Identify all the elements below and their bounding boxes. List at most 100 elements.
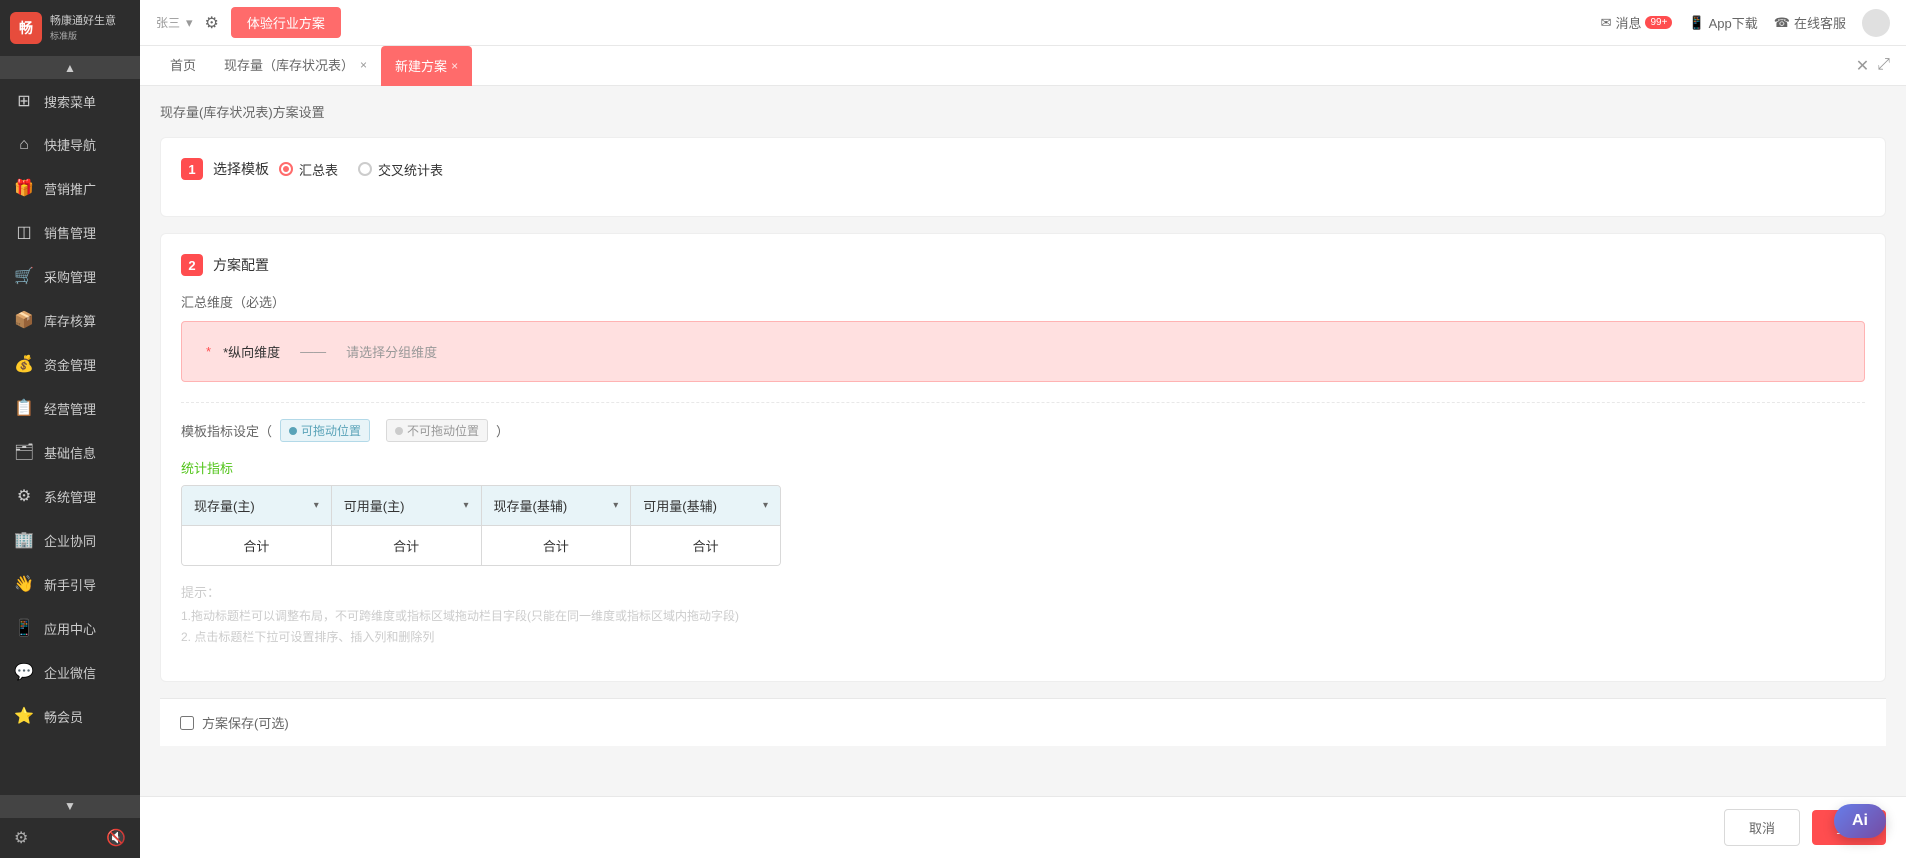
sidebar-scroll-down[interactable]: ▼: [0, 795, 140, 817]
sidebar-logo-title: 畅康通好生意: [50, 14, 116, 29]
step1-card: 1 选择模板 汇总表 交叉统计表: [160, 137, 1886, 217]
tab-inventory-close[interactable]: ×: [360, 58, 367, 72]
stats-section: 统计指标 现存量(主) ▾ 可用量(主) ▾ 现存量(基辅): [181, 458, 1865, 566]
col-3-chevron[interactable]: ▾: [763, 500, 768, 511]
blue-dot: [289, 427, 297, 435]
sales-icon: ◫: [14, 222, 34, 242]
inventory-label: 库存核算: [44, 311, 96, 330]
step2-header: 2 方案配置: [181, 254, 1865, 276]
tab-home[interactable]: 首页: [156, 46, 210, 86]
ai-label: Ai: [1852, 812, 1868, 830]
sidebar-logo: 畅 畅康通好生意 标准版: [0, 0, 140, 57]
online-service-item[interactable]: ☎ 在线客服: [1774, 13, 1846, 32]
step1-header: 1 选择模板 汇总表 交叉统计表: [181, 158, 1865, 180]
stats-cell-0-0: 合计: [182, 525, 332, 565]
wechat-label: 企业微信: [44, 663, 96, 682]
stats-col-3[interactable]: 可用量(基辅) ▾: [631, 486, 780, 525]
stats-col-0-label: 现存量(主): [194, 496, 255, 515]
enterprise-label: 企业协同: [44, 531, 96, 550]
sidebar-item-marketing[interactable]: 🎁 营销推广: [0, 166, 140, 210]
sidebar-item-search-menu[interactable]: ⊞ 搜索菜单: [0, 79, 140, 123]
logo-text: 畅: [19, 18, 33, 38]
basic-info-label: 基础信息: [44, 443, 96, 462]
tab-new-scheme[interactable]: 新建方案 ×: [381, 46, 472, 86]
sidebar-item-purchase[interactable]: 🛒 采购管理: [0, 254, 140, 298]
operations-icon: 📋: [14, 398, 34, 418]
apps-icon: 📱: [14, 618, 34, 638]
radio-cross-label: 交叉统计表: [378, 160, 443, 179]
user-area: 张三 ▾: [156, 14, 193, 31]
sidebar-item-sales[interactable]: ◫ 销售管理: [0, 210, 140, 254]
col-0-chevron[interactable]: ▾: [314, 500, 319, 511]
search-menu-label: 搜索菜单: [44, 92, 96, 111]
finance-label: 资金管理: [44, 355, 96, 374]
sidebar-item-apps[interactable]: 📱 应用中心: [0, 606, 140, 650]
app-download-item[interactable]: 📱 App下载: [1688, 13, 1757, 32]
sidebar-scroll-up[interactable]: ▲: [0, 57, 140, 79]
cancel-button[interactable]: 取消: [1724, 809, 1800, 846]
user-avatar[interactable]: [1862, 9, 1890, 37]
sidebar-item-system[interactable]: ⚙ 系统管理: [0, 474, 140, 518]
sidebar-item-operations[interactable]: 📋 经营管理: [0, 386, 140, 430]
tab-inventory-status[interactable]: 现存量（库存状况表） ×: [210, 46, 381, 86]
sidebar-item-enterprise[interactable]: 🏢 企业协同: [0, 518, 140, 562]
indicator-settings: 模板指标设定（ 可拖动位置 不可拖动位置 ）: [181, 419, 1865, 442]
tab-new-close[interactable]: ×: [451, 59, 458, 73]
draggable-indicator: 可拖动位置: [280, 419, 370, 442]
col-2-chevron[interactable]: ▾: [613, 500, 618, 511]
stats-col-1[interactable]: 可用量(主) ▾: [332, 486, 482, 525]
topbar-gear-icon[interactable]: ⚙: [205, 13, 219, 33]
divider-1: [181, 402, 1865, 403]
newbie-label: 新手引导: [44, 575, 96, 594]
trial-button[interactable]: 体验行业方案: [231, 7, 341, 38]
save-checkbox[interactable]: [180, 716, 194, 730]
user-dropdown-icon[interactable]: ▾: [186, 15, 193, 31]
sidebar-item-quick-nav[interactable]: ⌂ 快捷导航: [0, 123, 140, 166]
message-label: 消息: [1615, 13, 1641, 32]
tips-label: 提示：: [181, 582, 1865, 601]
sidebar-footer: ⚙ 🔇: [0, 817, 140, 858]
member-label: 畅会员: [44, 707, 83, 726]
stats-col-3-label: 可用量(基辅): [643, 496, 717, 515]
sidebar-item-member[interactable]: ⭐ 畅会员: [0, 694, 140, 738]
apps-label: 应用中心: [44, 619, 96, 638]
sidebar-item-wechat[interactable]: 💬 企业微信: [0, 650, 140, 694]
member-icon: ⭐: [14, 706, 34, 726]
sidebar-item-newbie[interactable]: 👋 新手引导: [0, 562, 140, 606]
save-label: 方案保存(可选): [202, 713, 289, 732]
close-panel-icon[interactable]: ✕: [1856, 56, 1869, 76]
settings-icon[interactable]: ⚙: [14, 828, 28, 848]
radio-cross[interactable]: 交叉统计表: [358, 160, 443, 179]
audio-icon[interactable]: 🔇: [106, 828, 126, 848]
expand-panel-icon[interactable]: ⤢: [1877, 56, 1890, 76]
sidebar-item-basic-info[interactable]: 🗂 基础信息: [0, 430, 140, 474]
topbar-right: ✉ 消息 99+ 📱 App下载 ☎ 在线客服: [1601, 9, 1890, 37]
radio-summary[interactable]: 汇总表: [279, 160, 338, 179]
stats-row-0: 合计 合计 合计 合计: [182, 525, 780, 565]
ai-bubble[interactable]: Ai: [1834, 804, 1886, 838]
tab-home-label: 首页: [170, 55, 196, 74]
marketing-label: 营销推广: [44, 179, 96, 198]
sidebar-logo-icon: 畅: [10, 12, 42, 44]
service-icon: ☎: [1774, 15, 1790, 31]
tip-item-0: 1.拖动标题栏可以调整布局，不可跨维度或指标区域拖动栏目字段(只能在同一维度或指…: [181, 607, 1865, 624]
username-label: 张三: [156, 14, 180, 31]
operations-label: 经营管理: [44, 399, 96, 418]
sidebar-logo-badge: 标准版: [50, 29, 116, 42]
marketing-icon: 🎁: [14, 178, 34, 198]
online-service-label: 在线客服: [1794, 13, 1846, 32]
sidebar-logo-info: 畅康通好生意 标准版: [50, 14, 116, 42]
messages-item[interactable]: ✉ 消息 99+: [1601, 13, 1673, 32]
stats-cell-0-2: 合计: [482, 525, 632, 565]
tab-new-scheme-label: 新建方案: [395, 56, 447, 75]
sidebar-item-inventory[interactable]: 📦 库存核算: [0, 298, 140, 342]
indicator-settings-label: 模板指标设定（ 可拖动位置 不可拖动位置 ）: [181, 419, 1865, 442]
save-area: 方案保存(可选): [160, 698, 1886, 746]
stats-col-0[interactable]: 现存量(主) ▾: [182, 486, 332, 525]
stats-col-2[interactable]: 现存量(基辅) ▾: [482, 486, 632, 525]
sidebar-item-finance[interactable]: 💰 资金管理: [0, 342, 140, 386]
asterisk-icon: *: [206, 344, 211, 359]
col-1-chevron[interactable]: ▾: [463, 500, 468, 511]
basic-info-icon: 🗂: [14, 442, 34, 462]
finance-icon: 💰: [14, 354, 34, 374]
